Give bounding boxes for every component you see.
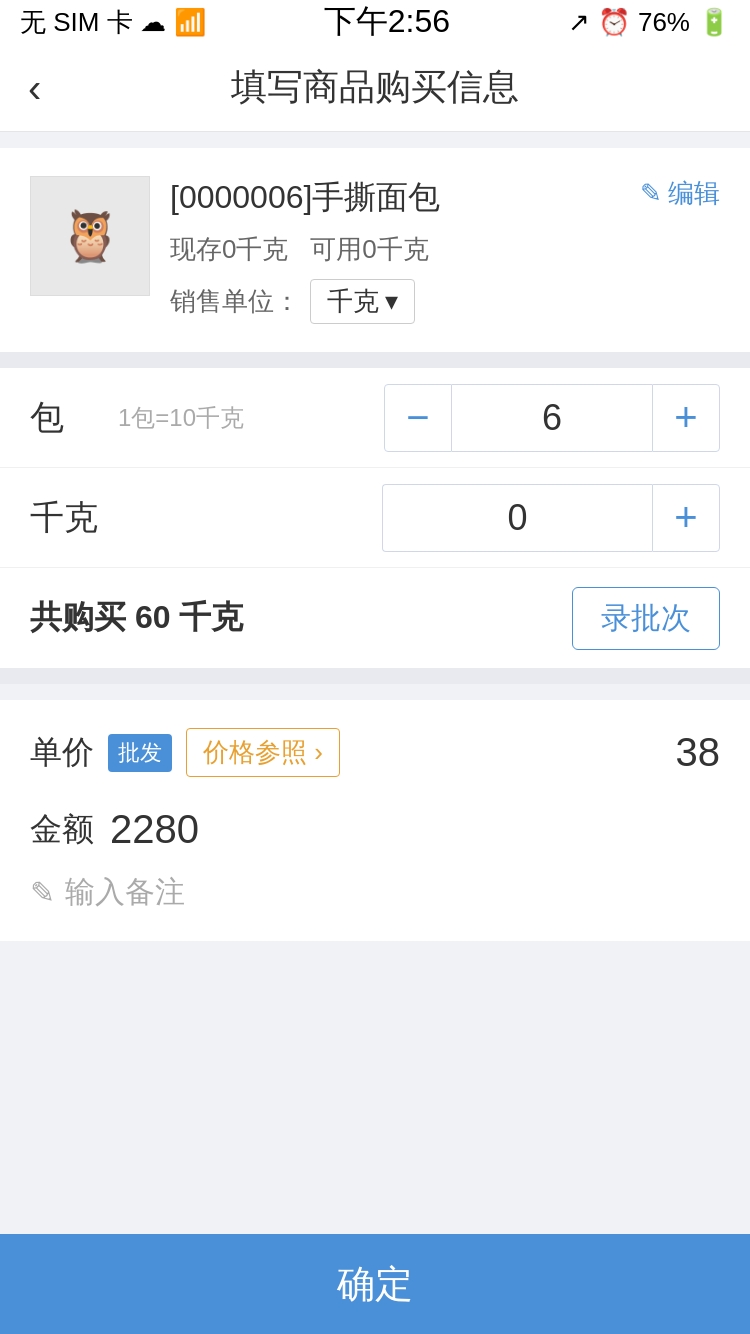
- total-text: 共购买 60 千克: [30, 596, 243, 640]
- divider-1: [0, 352, 750, 368]
- price-reference-button[interactable]: 价格参照 ›: [186, 728, 340, 777]
- edit-icon: ✎: [640, 178, 662, 209]
- bag-hint: 1包=10千克: [110, 402, 384, 434]
- wifi-icon: 📶: [174, 7, 206, 38]
- product-logo-icon: 🦉: [59, 207, 121, 265]
- quantity-section: 包 1包=10千克 − + 千克 +: [0, 368, 750, 568]
- batch-button[interactable]: 录批次: [572, 587, 720, 650]
- bag-quantity-control: − +: [384, 384, 720, 452]
- note-icon: ✎: [30, 875, 55, 910]
- no-sim-text: 无 SIM 卡 ☁: [20, 5, 166, 40]
- bag-label: 包: [30, 395, 110, 441]
- price-label: 单价: [30, 731, 94, 775]
- kg-quantity-control: +: [382, 484, 720, 552]
- amount-value: 2280: [110, 807, 199, 852]
- product-card: 🦉 [0000006]手撕面包 现存0千克 可用0千克 销售单位： 千克 ▾ ✎…: [0, 148, 750, 352]
- product-image: 🦉: [30, 176, 150, 296]
- bag-plus-button[interactable]: +: [652, 384, 720, 452]
- kg-plus-button[interactable]: +: [652, 484, 720, 552]
- kg-quantity-row: 千克 +: [0, 468, 750, 568]
- unit-select[interactable]: 千克 ▾: [310, 279, 415, 324]
- note-input[interactable]: 输入备注: [65, 872, 185, 913]
- bag-quantity-row: 包 1包=10千克 − +: [0, 368, 750, 468]
- amount-label: 金额: [30, 808, 94, 852]
- price-left: 单价 批发 价格参照 ›: [30, 728, 340, 777]
- back-button[interactable]: ‹: [28, 68, 41, 108]
- bottom-padding: [0, 941, 750, 1041]
- divider-2: [0, 668, 750, 684]
- bag-quantity-input[interactable]: [452, 384, 652, 452]
- unit-value: 千克: [327, 284, 379, 319]
- confirm-button[interactable]: 确定: [0, 1234, 750, 1334]
- price-section: 单价 批发 价格参照 › 38 金额 2280 ✎ 输入备注: [0, 700, 750, 941]
- price-row: 单价 批发 价格参照 › 38: [30, 728, 720, 777]
- unit-label: 销售单位：: [170, 284, 300, 319]
- price-type-tag: 批发: [108, 734, 172, 772]
- total-row: 共购买 60 千克 录批次: [0, 568, 750, 668]
- page-header: ‹ 填写商品购买信息: [0, 44, 750, 132]
- product-code: [0000006]: [170, 179, 312, 215]
- edit-button[interactable]: ✎ 编辑: [640, 176, 720, 211]
- kg-quantity-input[interactable]: [382, 484, 652, 552]
- product-unit-row: 销售单位： 千克 ▾: [170, 279, 720, 324]
- stock-text: 现存0千克: [170, 234, 288, 264]
- alarm-icon: ⏰: [598, 7, 630, 38]
- note-row[interactable]: ✎ 输入备注: [30, 872, 720, 913]
- total-amount-val: 60: [135, 599, 171, 635]
- product-info: [0000006]手撕面包 现存0千克 可用0千克 销售单位： 千克 ▾: [170, 176, 720, 324]
- battery-text: 76%: [638, 7, 690, 38]
- status-left: 无 SIM 卡 ☁ 📶: [20, 5, 206, 40]
- status-right: ↗ ⏰ 76% 🔋: [568, 7, 730, 38]
- bag-minus-button[interactable]: −: [384, 384, 452, 452]
- total-unit-val: 千克: [179, 599, 243, 635]
- total-prefix: 共购买: [30, 599, 126, 635]
- kg-label: 千克: [30, 495, 110, 541]
- edit-label: 编辑: [668, 176, 720, 211]
- page-title: 填写商品购买信息: [231, 63, 519, 112]
- price-value: 38: [676, 730, 721, 775]
- amount-row: 金额 2280: [30, 807, 720, 852]
- battery-icon: 🔋: [698, 7, 730, 38]
- product-stock: 现存0千克 可用0千克: [170, 232, 720, 267]
- location-icon: ↗: [568, 7, 590, 38]
- status-bar: 无 SIM 卡 ☁ 📶 下午2:56 ↗ ⏰ 76% 🔋: [0, 0, 750, 44]
- dropdown-icon: ▾: [385, 286, 398, 317]
- product-name: [0000006]手撕面包: [170, 176, 720, 220]
- status-time: 下午2:56: [324, 0, 450, 44]
- available-text: 可用0千克: [310, 234, 428, 264]
- product-title: 手撕面包: [312, 179, 440, 215]
